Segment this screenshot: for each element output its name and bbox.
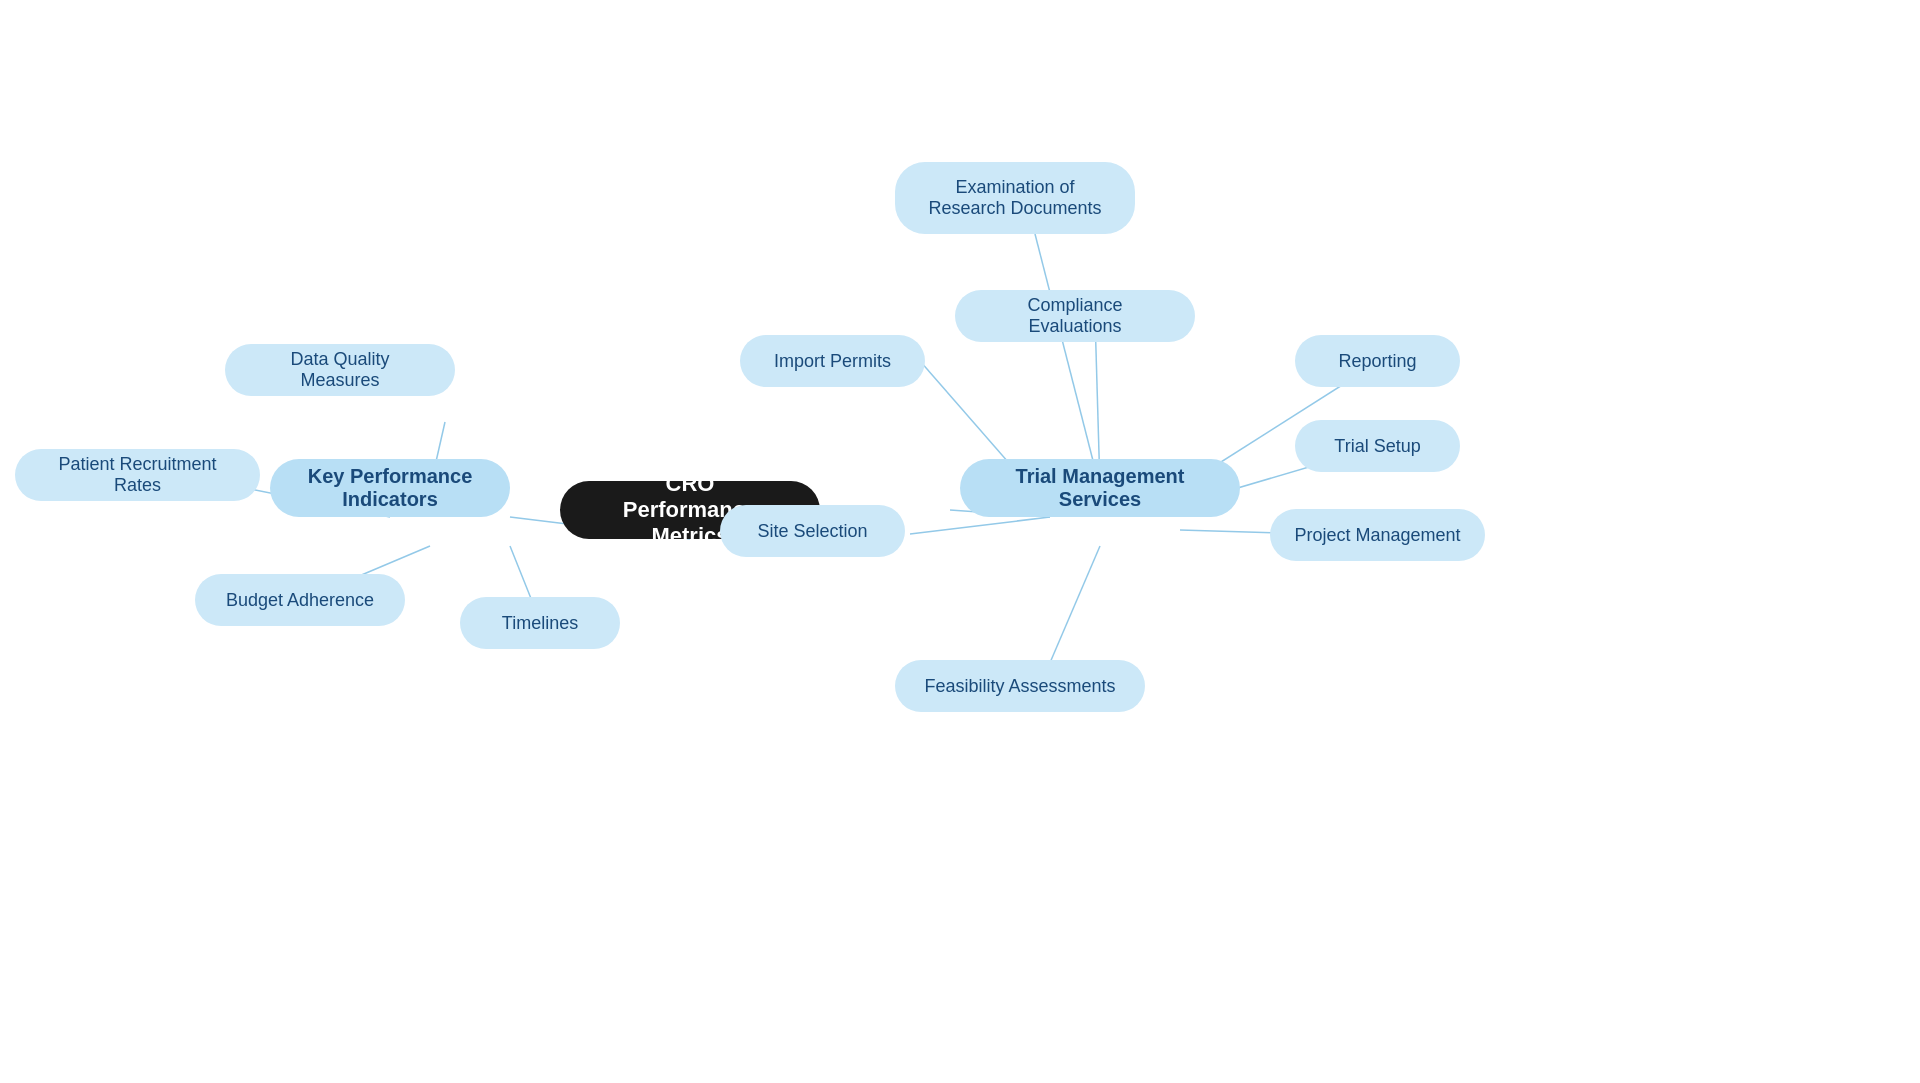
compliance-eval-node[interactable]: Compliance Evaluations [955, 290, 1195, 342]
svg-line-9 [910, 517, 1050, 534]
trial-setup-node[interactable]: Trial Setup [1295, 420, 1460, 472]
reporting-node[interactable]: Reporting [1295, 335, 1460, 387]
timelines-node[interactable]: Timelines [460, 597, 620, 649]
budget-adherence-node[interactable]: Budget Adherence [195, 574, 405, 626]
import-permits-node[interactable]: Import Permits [740, 335, 925, 387]
feasibility-assessments-node[interactable]: Feasibility Assessments [895, 660, 1145, 712]
project-management-node[interactable]: Project Management [1270, 509, 1485, 561]
site-selection-node[interactable]: Site Selection [720, 505, 905, 557]
svg-line-6 [1035, 234, 1100, 488]
kpi-node[interactable]: Key Performance Indicators [270, 459, 510, 517]
data-quality-node[interactable]: Data Quality Measures [225, 344, 455, 396]
patient-recruitment-node[interactable]: Patient Recruitment Rates [15, 449, 260, 501]
tms-node[interactable]: Trial Management Services [960, 459, 1240, 517]
erd-node[interactable]: Examination of Research Documents [895, 162, 1135, 234]
